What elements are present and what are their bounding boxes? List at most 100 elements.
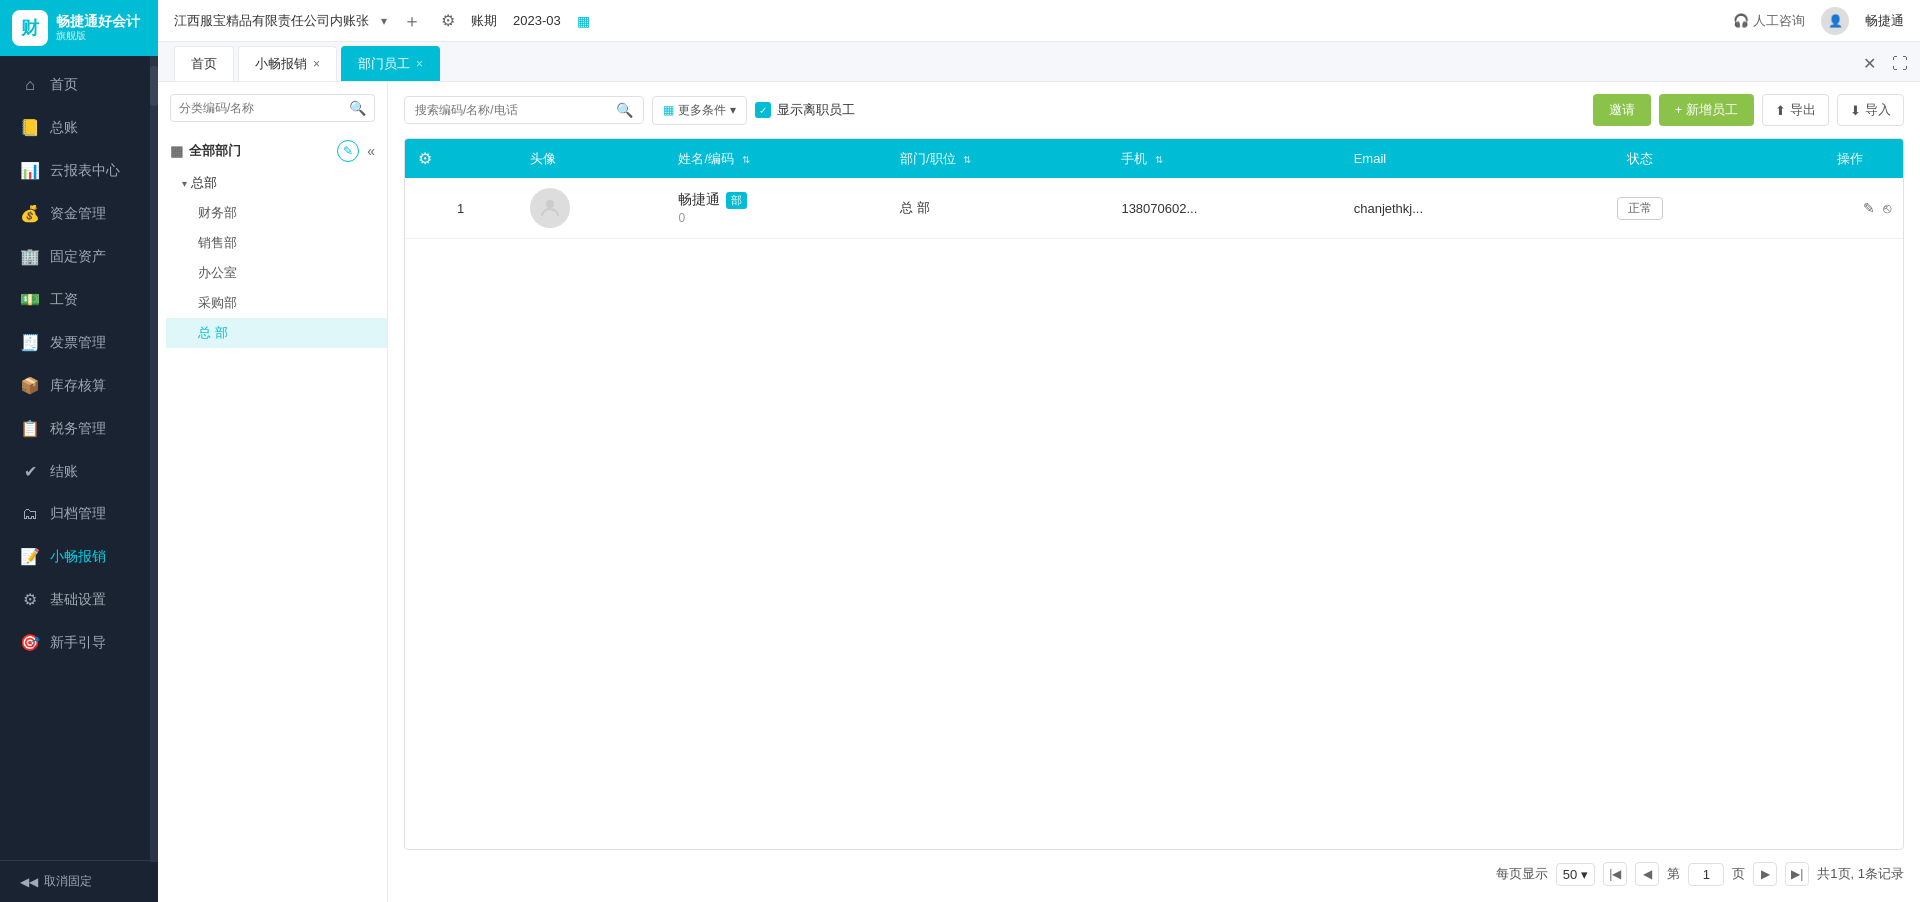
user-avatar: 👤 — [1821, 7, 1849, 35]
sidebar-item-reports[interactable]: 📊 云报表中心 — [0, 149, 158, 192]
col-settings[interactable]: ⚙ — [405, 139, 445, 178]
sidebar-item-reports-label: 云报表中心 — [50, 162, 120, 180]
show-former-checkbox[interactable]: ✓ — [755, 102, 771, 118]
page-content: 🔍 ▦ 全部部门 ✎ « ▾ 总部 财务部 — [158, 82, 1920, 902]
calendar-icon[interactable]: ▦ — [577, 13, 590, 29]
employee-toolbar: 🔍 ▦ 更多条件 ▾ ✓ 显示离职员工 邀请 + 新增员工 ⬆ 导出 — [404, 94, 1904, 126]
tab-xiaochang-close[interactable]: × — [313, 57, 320, 71]
topbar: 江西服宝精品有限责任公司内账张 ▾ ＋ ⚙ 账期 2023-03 ▦ 🎧 人工咨… — [158, 0, 1920, 42]
show-former-toggle[interactable]: ✓ 显示离职员工 — [755, 101, 855, 119]
dept-caiwubu-label: 财务部 — [198, 205, 237, 220]
export-button[interactable]: ⬆ 导出 — [1762, 94, 1829, 126]
tab-xiaochangbaoxiao[interactable]: 小畅报销 × — [238, 46, 337, 81]
sidebar-item-tax[interactable]: 📋 税务管理 — [0, 407, 158, 450]
sidebar-item-archive-label: 归档管理 — [50, 505, 106, 523]
sidebar-item-checkout[interactable]: ✔ 结账 — [0, 450, 158, 493]
invite-button[interactable]: 邀请 — [1593, 94, 1651, 126]
name-sort-icon[interactable]: ⇅ — [742, 154, 750, 165]
dept-item-xiaoshoubu[interactable]: 销售部 — [166, 228, 387, 258]
phone-sort-icon[interactable]: ⇅ — [1155, 154, 1163, 165]
sidebar-item-home[interactable]: ⌂ 首页 — [0, 64, 158, 106]
dept-item-bangongshi[interactable]: 办公室 — [166, 258, 387, 288]
last-page-button[interactable]: ▶| — [1785, 862, 1809, 886]
export-label: 导出 — [1790, 101, 1816, 119]
all-dept-header[interactable]: ▦ 全部部门 ✎ « — [158, 134, 387, 168]
per-page-select[interactable]: 50 ▾ — [1556, 863, 1595, 886]
tab-home[interactable]: 首页 — [174, 46, 234, 81]
employee-name-row: 畅捷通 部 — [678, 191, 875, 209]
dept-item-caigoub[interactable]: 采购部 — [166, 288, 387, 318]
delete-button[interactable]: ⎋ — [1883, 200, 1891, 216]
dept-collapse-icon[interactable]: « — [367, 143, 375, 159]
dept-search-icon[interactable]: 🔍 — [349, 100, 366, 116]
sidebar-item-capital-label: 资金管理 — [50, 205, 106, 223]
fixed-assets-icon: 🏢 — [20, 247, 40, 266]
next-page-button[interactable]: ▶ — [1753, 862, 1777, 886]
tab-bumenyuangong[interactable]: 部门员工 × — [341, 46, 440, 81]
prev-page-button[interactable]: ◀ — [1635, 862, 1659, 886]
dept-sort-icon[interactable]: ⇅ — [963, 154, 971, 165]
dept-root-name: 总部 — [191, 174, 217, 192]
service-label: 人工咨询 — [1753, 12, 1805, 30]
sidebar-item-inventory[interactable]: 📦 库存核算 — [0, 364, 158, 407]
sidebar-item-capital[interactable]: 💰 资金管理 — [0, 192, 158, 235]
all-dept-label: 全部部门 — [189, 142, 241, 160]
tab-expand-icon[interactable]: ⛶ — [1888, 51, 1912, 77]
dept-bangongshi-label: 办公室 — [198, 265, 237, 280]
topbar-settings-icon[interactable]: ⚙ — [437, 11, 459, 30]
sidebar-item-checkout-label: 结账 — [50, 463, 78, 481]
sidebar-item-xiaochang-label: 小畅报销 — [50, 548, 106, 566]
sidebar-scrollbar[interactable] — [150, 56, 158, 862]
dept-root-label[interactable]: ▾ 总部 — [166, 168, 387, 198]
first-page-button[interactable]: |◀ — [1603, 862, 1627, 886]
employee-search-input[interactable] — [415, 103, 616, 117]
employee-table: ⚙ 头像 姓名/编码 ⇅ 部门/职位 ⇅ — [405, 139, 1903, 239]
sidebar-item-invoice-label: 发票管理 — [50, 334, 106, 352]
company-dropdown-icon[interactable]: ▾ — [381, 14, 387, 28]
employee-table-container: ⚙ 头像 姓名/编码 ⇅ 部门/职位 ⇅ — [404, 138, 1904, 850]
sidebar-item-xiaochang[interactable]: 📝 小畅报销 — [0, 535, 158, 578]
sidebar-item-payroll[interactable]: 💵 工资 — [0, 278, 158, 321]
row-phone-cell: 138070602... — [1109, 178, 1341, 239]
row-avatar-cell — [518, 178, 667, 239]
per-page-arrow: ▾ — [1581, 867, 1588, 882]
filter-icon: ▦ — [663, 103, 674, 117]
sidebar-item-fa-label: 固定资产 — [50, 248, 106, 266]
tab-dept-close[interactable]: × — [416, 57, 423, 71]
logo-text-block: 畅捷通好会计 旗舰版 — [56, 13, 140, 44]
service-button[interactable]: 🎧 人工咨询 — [1733, 12, 1805, 30]
filter-button[interactable]: ▦ 更多条件 ▾ — [652, 96, 747, 125]
dept-item-caiwubu[interactable]: 财务部 — [166, 198, 387, 228]
sidebar-item-general-ledger[interactable]: 📒 总账 — [0, 106, 158, 149]
invoice-icon: 🧾 — [20, 333, 40, 352]
dept-search-input[interactable] — [179, 101, 349, 115]
dept-item-zongbu[interactable]: 总 部 — [166, 318, 387, 348]
edit-button[interactable]: ✎ — [1863, 200, 1875, 216]
dept-search-bar[interactable]: 🔍 — [170, 94, 375, 122]
toolbar-right-actions: 邀请 + 新增员工 ⬆ 导出 ⬇ 导入 — [1593, 94, 1904, 126]
dept-add-button[interactable]: ✎ — [337, 140, 359, 162]
import-button[interactable]: ⬇ 导入 — [1837, 94, 1904, 126]
di-label: 第 — [1667, 865, 1680, 883]
sidebar-item-basic[interactable]: ⚙ 基础设置 — [0, 578, 158, 621]
employee-search-icon[interactable]: 🔍 — [616, 102, 633, 118]
col-dept: 部门/职位 ⇅ — [888, 139, 1109, 178]
col-settings-icon[interactable]: ⚙ — [418, 150, 432, 167]
sidebar-item-invoice[interactable]: 🧾 发票管理 — [0, 321, 158, 364]
employee-search-bar[interactable]: 🔍 — [404, 96, 644, 124]
topbar-add-icon[interactable]: ＋ — [399, 9, 425, 33]
tab-close-icon[interactable]: ✕ — [1859, 50, 1880, 77]
user-avatar-icon: 👤 — [1828, 14, 1843, 28]
sidebar-unpin-button[interactable]: ◀◀ 取消固定 — [0, 860, 158, 902]
page-input[interactable]: 1 — [1688, 863, 1724, 886]
sidebar-unpin-label: 取消固定 — [44, 873, 92, 890]
sidebar-item-archive[interactable]: 🗂 归档管理 — [0, 493, 158, 535]
action-buttons: ✎ ⎋ — [1734, 200, 1891, 216]
pagination-bar: 每页显示 50 ▾ |◀ ◀ 第 1 页 ▶ ▶| 共1页, 1条记录 — [404, 850, 1904, 890]
home-icon: ⌂ — [20, 76, 40, 94]
tabs-bar: 首页 小畅报销 × 部门员工 × ✕ ⛶ — [158, 42, 1920, 82]
sidebar-item-guide[interactable]: 🎯 新手引导 — [0, 621, 158, 664]
company-name[interactable]: 江西服宝精品有限责任公司内账张 — [174, 12, 369, 30]
add-employee-button[interactable]: + 新增员工 — [1659, 94, 1754, 126]
sidebar-item-fixed-assets[interactable]: 🏢 固定资产 — [0, 235, 158, 278]
